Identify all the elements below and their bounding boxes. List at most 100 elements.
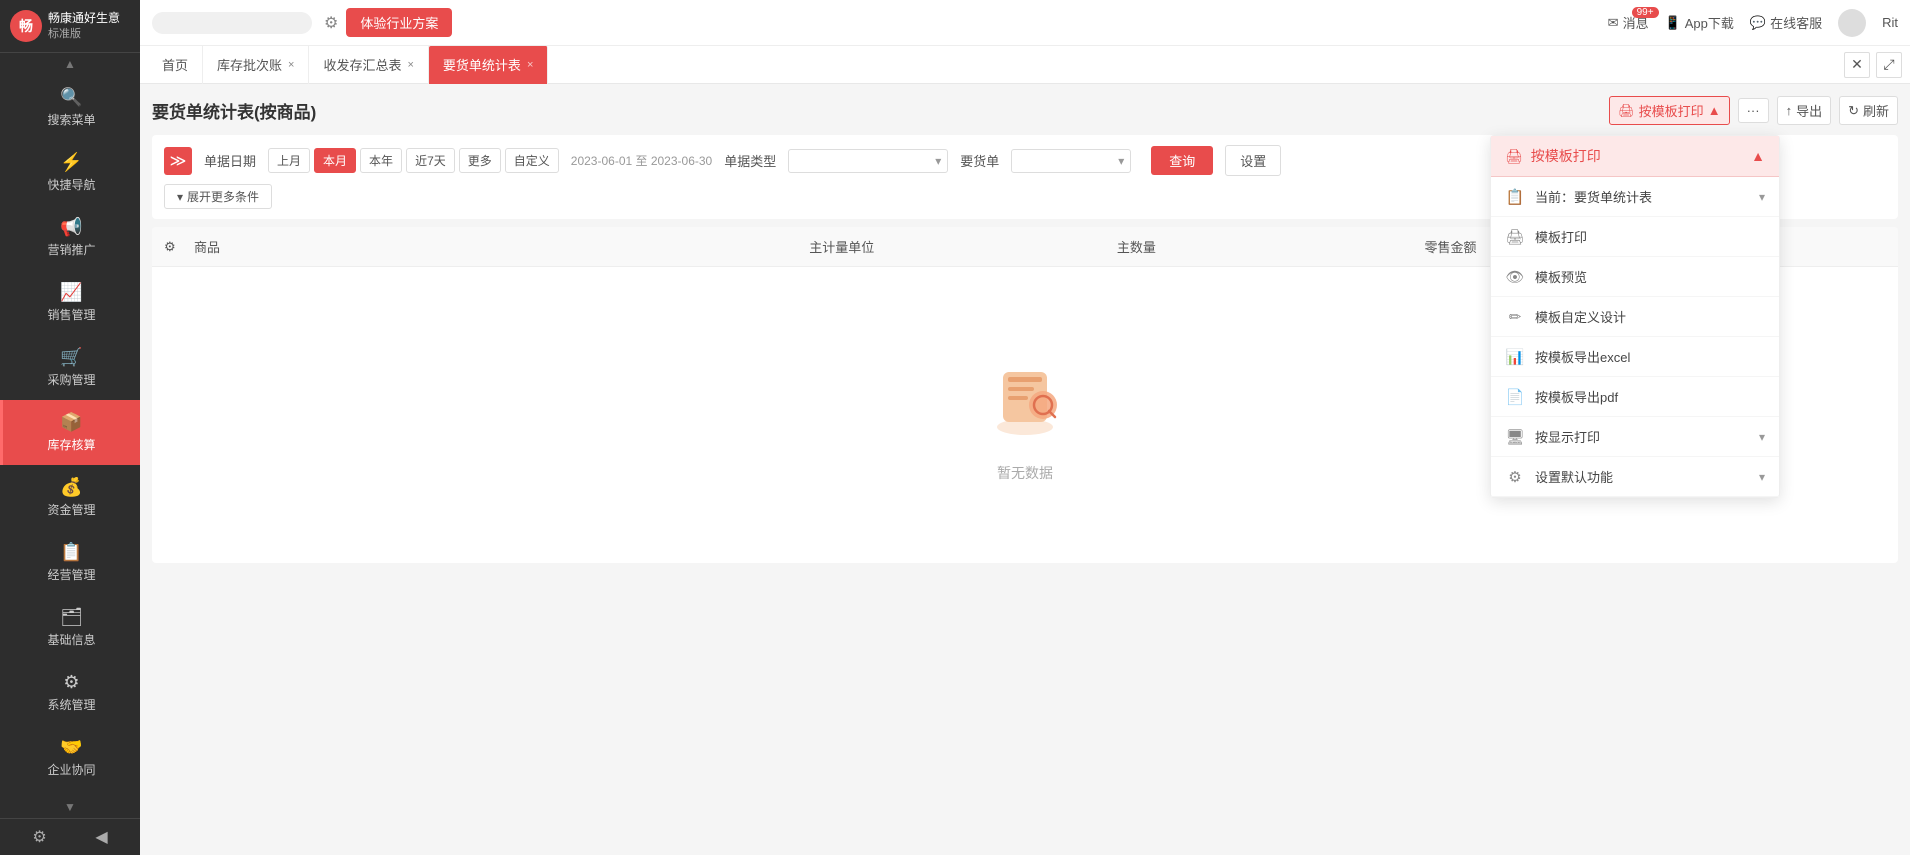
tab-label-order_stats: 要货单统计表	[443, 55, 521, 74]
topbar: ⚙ 体验行业方案 ✉ 消息 99+ 📱 App下载 💬 在线客服 Rit	[140, 0, 1910, 46]
default-func-chevron: ▾	[1759, 470, 1765, 484]
template-design-item[interactable]: 模板自定义设计	[1491, 297, 1779, 337]
sidebar-fold-icon[interactable]: ◀	[95, 827, 107, 847]
template-excel-icon	[1505, 348, 1525, 366]
tab-label-inventory_batch: 库存批次账	[217, 55, 282, 74]
tab-inventory_batch[interactable]: 库存批次账 ×	[203, 46, 309, 84]
template-preview-icon	[1505, 268, 1525, 286]
service-icon: 💬	[1750, 15, 1766, 31]
date-btn-3[interactable]: 近7天	[406, 148, 455, 173]
sidebar-item-marketing[interactable]: 📢营销推广	[0, 205, 140, 270]
messages-group[interactable]: ✉ 消息 99+	[1608, 13, 1649, 32]
col-qty-header: 主数量	[1117, 237, 1425, 256]
display-print-item[interactable]: 按显示打印 ▾	[1491, 417, 1779, 457]
date-btn-2[interactable]: 本年	[360, 148, 402, 173]
refresh-icon: ↻	[1848, 103, 1859, 119]
sidebar-icon-purchase: 🛒	[60, 347, 82, 368]
date-range: 2023-06-01 至 2023-06-30	[571, 152, 712, 169]
tabs-right-controls: ✕ ⤢	[1844, 52, 1902, 78]
order-num-filter[interactable]: ▾	[1011, 149, 1131, 173]
sidebar-icon-sales: 📈	[60, 282, 82, 303]
date-btn-5[interactable]: 自定义	[505, 148, 559, 173]
sidebar-item-system[interactable]: ⚙系统管理	[0, 660, 140, 725]
sidebar-icon-finance: 💰	[60, 477, 82, 498]
tab-close-order_stats[interactable]: ×	[527, 59, 533, 71]
avatar[interactable]	[1838, 9, 1866, 37]
sidebar-label-operations: 经营管理	[47, 566, 95, 583]
tab-close-inventory_batch[interactable]: ×	[288, 59, 294, 71]
sidebar-scroll-down[interactable]: ▼	[0, 796, 140, 818]
sidebar-item-sales[interactable]: 📈销售管理	[0, 270, 140, 335]
query-button[interactable]: 查询	[1151, 146, 1213, 175]
expand-icon[interactable]: ≫	[164, 147, 192, 175]
template-preview-item[interactable]: 模板预览	[1491, 257, 1779, 297]
template-pdf-item[interactable]: 按模板导出pdf	[1491, 377, 1779, 417]
sidebar-item-inventory[interactable]: 📦库存核算	[0, 400, 140, 465]
default-func-icon	[1505, 468, 1525, 486]
type-select-chevron: ▾	[935, 154, 941, 168]
export-button[interactable]: ↑ 导出	[1777, 96, 1832, 125]
tab-home[interactable]: 首页	[148, 46, 203, 84]
current-template-chevron: ▾	[1759, 190, 1765, 204]
tabs-bar: 首页库存批次账×收发存汇总表×要货单统计表× ✕ ⤢	[140, 46, 1910, 84]
industry-button[interactable]: 体验行业方案	[346, 8, 452, 37]
print-icon: 🖨	[1618, 103, 1635, 119]
type-label: 单据类型	[724, 151, 776, 170]
dropdown-title: 🖨 按模板打印	[1505, 146, 1601, 166]
order-num-chevron: ▾	[1118, 154, 1124, 168]
sidebar-item-basic[interactable]: 🗂基础信息	[0, 595, 140, 660]
type-select[interactable]: ▾	[788, 149, 948, 173]
display-print-chevron: ▾	[1759, 430, 1765, 444]
template-pdf-icon	[1505, 388, 1525, 406]
refresh-button[interactable]: ↻ 刷新	[1839, 96, 1898, 125]
username-label: Rit	[1882, 15, 1898, 30]
print-label: 按模板打印	[1639, 101, 1704, 120]
type-select-placeholder	[797, 154, 867, 168]
sidebar-icon-inventory: 📦	[60, 412, 82, 433]
sidebar-item-search[interactable]: 🔍搜索菜单	[0, 75, 140, 140]
sidebar-item-enterprise[interactable]: 🤝企业协同	[0, 725, 140, 790]
sidebar-nav: 🔍搜索菜单⚡快捷导航📢营销推广📈销售管理🛒采购管理📦库存核算💰资金管理📋经营管理…	[0, 75, 140, 796]
logo-icon: 畅	[10, 10, 42, 42]
settings-button[interactable]: 设置	[1225, 145, 1281, 176]
message-icon: ✉	[1608, 15, 1619, 31]
tab-order_stats[interactable]: 要货单统计表 ×	[429, 46, 548, 84]
date-label: 单据日期	[204, 151, 256, 170]
tab-receipt_summary[interactable]: 收发存汇总表×	[309, 46, 428, 84]
template-excel-item[interactable]: 按模板导出excel	[1491, 337, 1779, 377]
close-tab-button[interactable]: ✕	[1844, 52, 1870, 78]
sidebar-item-finance[interactable]: 💰资金管理	[0, 465, 140, 530]
maximize-button[interactable]: ⤢	[1876, 52, 1902, 78]
sidebar-item-purchase[interactable]: 🛒采购管理	[0, 335, 140, 400]
online-service-group[interactable]: 💬 在线客服	[1750, 13, 1822, 32]
print-dropdown: 🖨 按模板打印 ▲ 📋 当前：要货单统计表 ▾ 模板打印	[1490, 135, 1780, 498]
topbar-right: ✉ 消息 99+ 📱 App下载 💬 在线客服 Rit	[1608, 9, 1898, 37]
tab-close-receipt_summary[interactable]: ×	[407, 59, 413, 71]
sidebar-item-quicknav[interactable]: ⚡快捷导航	[0, 140, 140, 205]
messages-badge: 99+	[1632, 7, 1659, 18]
current-template-item[interactable]: 📋 当前：要货单统计表 ▾	[1491, 177, 1779, 217]
dropdown-header: 🖨 按模板打印 ▲	[1491, 136, 1779, 177]
ellipsis-button[interactable]: ···	[1738, 98, 1769, 123]
expand-more-icon: ▾	[177, 190, 183, 204]
sidebar-scroll-up[interactable]: ▲	[0, 53, 140, 75]
topbar-gear-icon[interactable]: ⚙	[324, 13, 338, 33]
date-btn-1[interactable]: 本月	[314, 148, 356, 173]
expand-more-label: 展开更多条件	[187, 188, 259, 205]
sidebar-icon-marketing: 📢	[60, 217, 82, 238]
sidebar-item-operations[interactable]: 📋经营管理	[0, 530, 140, 595]
app-icon: 📱	[1665, 15, 1681, 31]
print-button[interactable]: 🖨 按模板打印 ▲	[1609, 96, 1729, 125]
template-print-item[interactable]: 模板打印	[1491, 217, 1779, 257]
app-download-group[interactable]: 📱 App下载	[1665, 13, 1734, 32]
date-btn-4[interactable]: 更多	[459, 148, 501, 173]
expand-more-button[interactable]: ▾ 展开更多条件	[164, 184, 272, 209]
search-input[interactable]	[152, 12, 312, 34]
date-btn-0[interactable]: 上月	[268, 148, 310, 173]
dropdown-close-icon[interactable]: ▲	[1751, 148, 1765, 164]
template-print-label: 模板打印	[1535, 227, 1587, 246]
sidebar-settings-icon[interactable]: ⚙	[32, 827, 46, 847]
default-func-item[interactable]: 设置默认功能 ▾	[1491, 457, 1779, 497]
col-settings[interactable]: ⚙	[164, 239, 194, 255]
main-area: ⚙ 体验行业方案 ✉ 消息 99+ 📱 App下载 💬 在线客服 Rit 首页库…	[140, 0, 1910, 855]
